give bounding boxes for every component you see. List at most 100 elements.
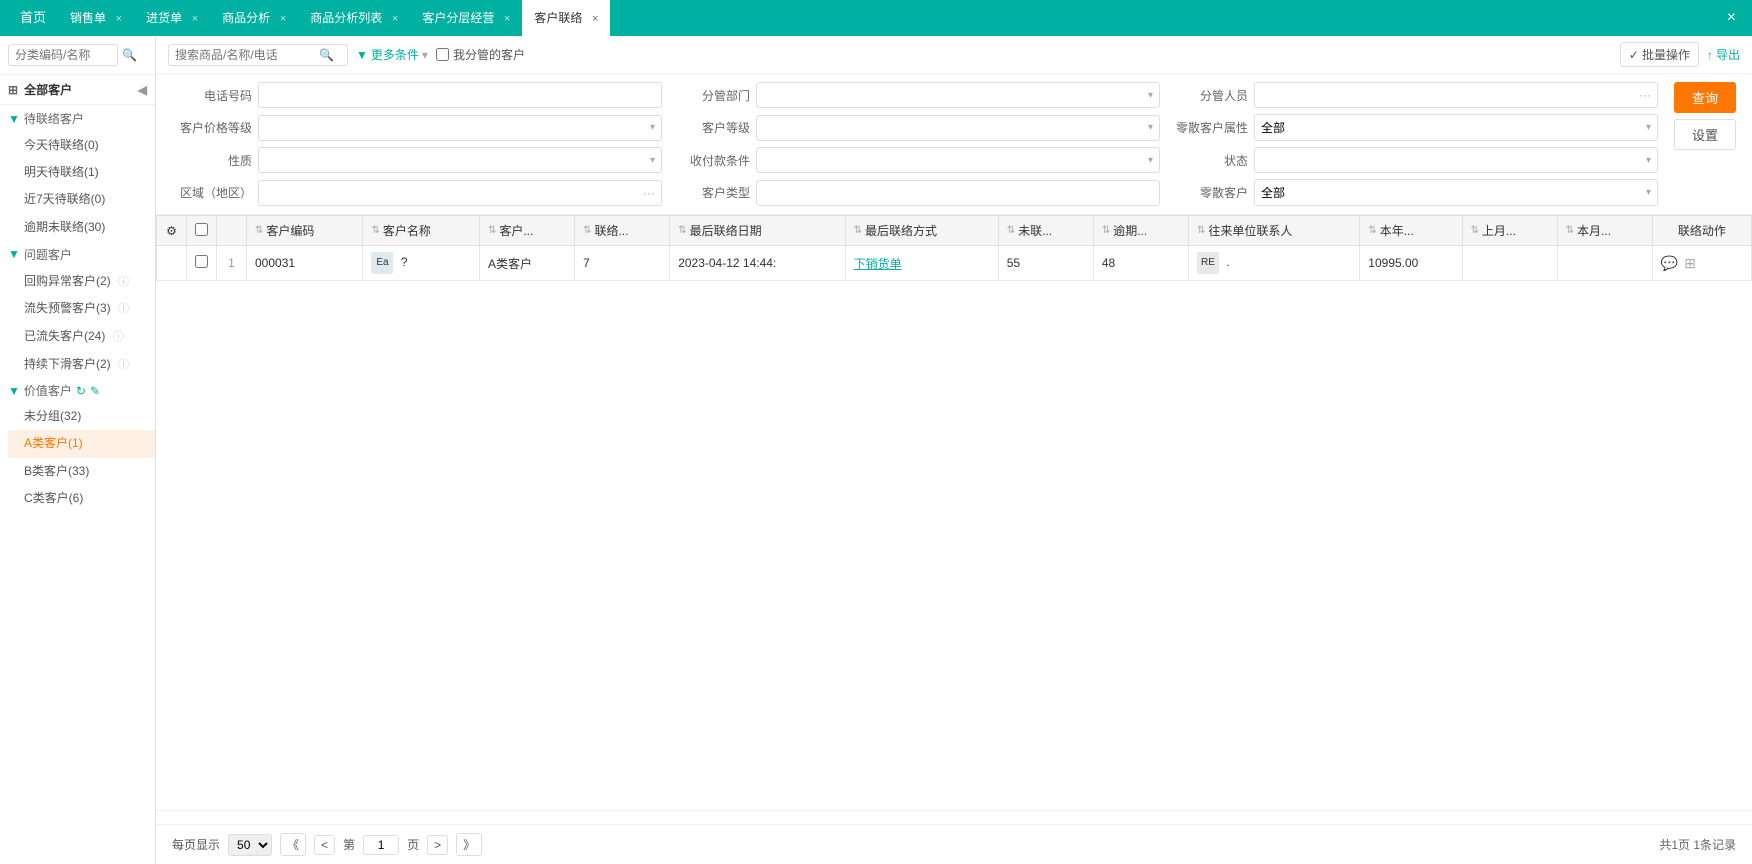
grade-select[interactable]: ▾ — [756, 115, 1160, 141]
sidebar-search-icon[interactable]: 🔍 — [122, 48, 137, 62]
status-select[interactable]: ▾ — [1254, 147, 1658, 173]
sidebar-item-7days-contact[interactable]: 近7天待联络(0) — [8, 186, 155, 213]
row-no-contact: 55 — [998, 246, 1093, 281]
sidebar-item-unclassified[interactable]: 未分组(32) — [8, 403, 155, 430]
page-label: 第 — [343, 836, 355, 853]
col-action: 联络动作 — [1652, 216, 1751, 246]
problem-group-label[interactable]: ▼ 问题客户 — [0, 241, 155, 268]
filter-search-icon[interactable]: 🔍 — [319, 48, 334, 62]
last-page-btn[interactable]: 》 — [456, 833, 482, 856]
pending-group-label[interactable]: ▼ 待联络客户 — [0, 105, 155, 132]
type-input[interactable] — [756, 180, 1160, 206]
gender-select[interactable]: ▾ — [258, 147, 662, 173]
retail-prop-select[interactable]: 全部▾ — [1254, 114, 1658, 141]
nav-home[interactable]: 首页 — [8, 0, 58, 36]
pay-label: 收付款条件 — [670, 152, 750, 169]
col-last-date[interactable]: ⇅ 最后联络日期 — [670, 216, 845, 246]
retail-prop-label: 零散客户属性 — [1168, 119, 1248, 136]
col-code[interactable]: ⇅ 客户编码 — [247, 216, 363, 246]
sidebar-item-churned[interactable]: 已流失客户(24) ⓘ — [8, 323, 155, 351]
my-customers-check[interactable] — [436, 48, 449, 61]
retail-select[interactable]: 全部▾ — [1254, 179, 1658, 206]
col-checkbox[interactable] — [187, 216, 217, 246]
nav-product-analysis-list[interactable]: 商品分析列表 × — [298, 0, 410, 36]
horizontal-scrollbar[interactable] — [156, 810, 1752, 824]
close-tab-customer-contact[interactable]: × — [592, 13, 598, 25]
pay-select[interactable]: ▾ — [756, 147, 1160, 173]
row-name[interactable]: Ea ? — [363, 246, 479, 281]
col-name[interactable]: ⇅ 客户名称 — [363, 216, 479, 246]
nav-customer-segment[interactable]: 客户分层经营 × — [410, 0, 522, 36]
row-settings-cell[interactable] — [157, 246, 187, 281]
col-type[interactable]: ⇅ 客户... — [479, 216, 574, 246]
sidebar-item-overdue-contact[interactable]: 逾期未联络(30) — [8, 214, 155, 241]
nav-customer-contact[interactable]: 客户联络 × — [522, 0, 610, 36]
collapse-icon[interactable]: ◀ — [138, 83, 147, 97]
query-button[interactable]: 查询 — [1674, 82, 1736, 113]
help-icon-churn-warning: ⓘ — [118, 303, 129, 315]
row-checkbox-cell[interactable] — [187, 246, 217, 281]
filter-more-btn[interactable]: ▼ 更多条件 ▾ — [356, 46, 428, 63]
batch-operation-btn[interactable]: ✓ 批量操作 — [1620, 42, 1699, 67]
close-tab-sales-order[interactable]: × — [116, 13, 122, 25]
settings-button[interactable]: 设置 — [1674, 119, 1736, 150]
row-checkbox[interactable] — [195, 255, 208, 268]
sidebar-item-tomorrow-contact[interactable]: 明天待联络(1) — [8, 159, 155, 186]
my-customers-checkbox[interactable]: 我分管的客户 — [436, 46, 525, 63]
filter-search-input[interactable] — [175, 48, 315, 62]
dept-select[interactable]: ▾ — [756, 82, 1160, 108]
close-tab-purchase-order[interactable]: × — [192, 13, 198, 25]
col-settings[interactable]: ⚙ — [157, 216, 187, 246]
col-this-month[interactable]: ⇅ 本月... — [1557, 216, 1652, 246]
col-overdue[interactable]: ⇅ 逾期... — [1093, 216, 1188, 246]
sidebar-item-churn-warning[interactable]: 流失预警客户(3) ⓘ — [8, 295, 155, 323]
page-number-input[interactable] — [363, 835, 399, 855]
qr-icon[interactable]: ⊞ — [1684, 255, 1696, 272]
phone-label: 电话号码 — [172, 87, 252, 104]
message-icon[interactable]: 💬 — [1661, 255, 1678, 272]
sidebar-item-declining[interactable]: 持续下滑客户(2) ⓘ — [8, 351, 155, 379]
row-this-month — [1557, 246, 1652, 281]
staff-select[interactable]: ··· — [1254, 82, 1658, 108]
phone-input[interactable] — [258, 82, 662, 108]
retail-label: 零散客户 — [1168, 184, 1248, 201]
help-icon-declining: ⓘ — [118, 359, 129, 371]
sidebar-item-today-contact[interactable]: 今天待联络(0) — [8, 132, 155, 159]
per-page-select[interactable]: 50 — [228, 834, 272, 856]
total-info: 共1页 1条记录 — [1659, 836, 1736, 853]
region-select[interactable]: ··· — [258, 180, 662, 206]
all-customers-header[interactable]: ⊞ 全部客户 ◀ — [0, 75, 155, 105]
nav-product-analysis[interactable]: 商品分析 × — [210, 0, 298, 36]
next-page-btn[interactable]: > — [427, 835, 448, 855]
select-all-checkbox[interactable] — [195, 223, 208, 236]
col-contact-count[interactable]: ⇅ 联络... — [575, 216, 670, 246]
refresh-icon[interactable]: ↻ — [76, 384, 86, 398]
close-tab-product-analysis[interactable]: × — [280, 13, 286, 25]
sidebar-item-a-class[interactable]: A类客户(1) — [8, 430, 155, 457]
nav-sales-order[interactable]: 销售单 × — [58, 0, 134, 36]
col-last-month[interactable]: ⇅ 上月... — [1462, 216, 1557, 246]
edit-icon[interactable]: ✎ — [90, 384, 100, 398]
nav-purchase-order[interactable]: 进货单 × — [134, 0, 210, 36]
row-last-method[interactable]: 下销货单 — [845, 246, 998, 281]
value-group-label: ▼ 价值客户 ↻ ✎ — [0, 378, 155, 403]
dept-label: 分管部门 — [670, 87, 750, 104]
sidebar-item-b-class[interactable]: B类客户(33) — [8, 458, 155, 485]
settings-icon[interactable]: ⚙ — [166, 224, 177, 238]
close-tab-customer-segment[interactable]: × — [504, 13, 510, 25]
price-grade-select[interactable]: ▾ — [258, 115, 662, 141]
help-icon-churned: ⓘ — [113, 331, 124, 343]
sidebar-search-input[interactable] — [8, 44, 118, 66]
col-this-year[interactable]: ⇅ 本年... — [1360, 216, 1462, 246]
close-all-button[interactable]: × — [1719, 9, 1744, 27]
export-btn[interactable]: ↑ 导出 — [1707, 46, 1740, 63]
sidebar-item-abnormal-repurchase[interactable]: 回购异常客户(2) ⓘ — [8, 268, 155, 296]
row-code[interactable]: 000031 — [247, 246, 363, 281]
col-last-method[interactable]: ⇅ 最后联络方式 — [845, 216, 998, 246]
col-no-contact[interactable]: ⇅ 未联... — [998, 216, 1093, 246]
col-unit-contact[interactable]: ⇅ 往来单位联系人 — [1188, 216, 1359, 246]
close-tab-product-analysis-list[interactable]: × — [392, 13, 398, 25]
prev-page-btn[interactable]: < — [314, 835, 335, 855]
first-page-btn[interactable]: 《 — [280, 833, 306, 856]
sidebar-item-c-class[interactable]: C类客户(6) — [8, 485, 155, 512]
